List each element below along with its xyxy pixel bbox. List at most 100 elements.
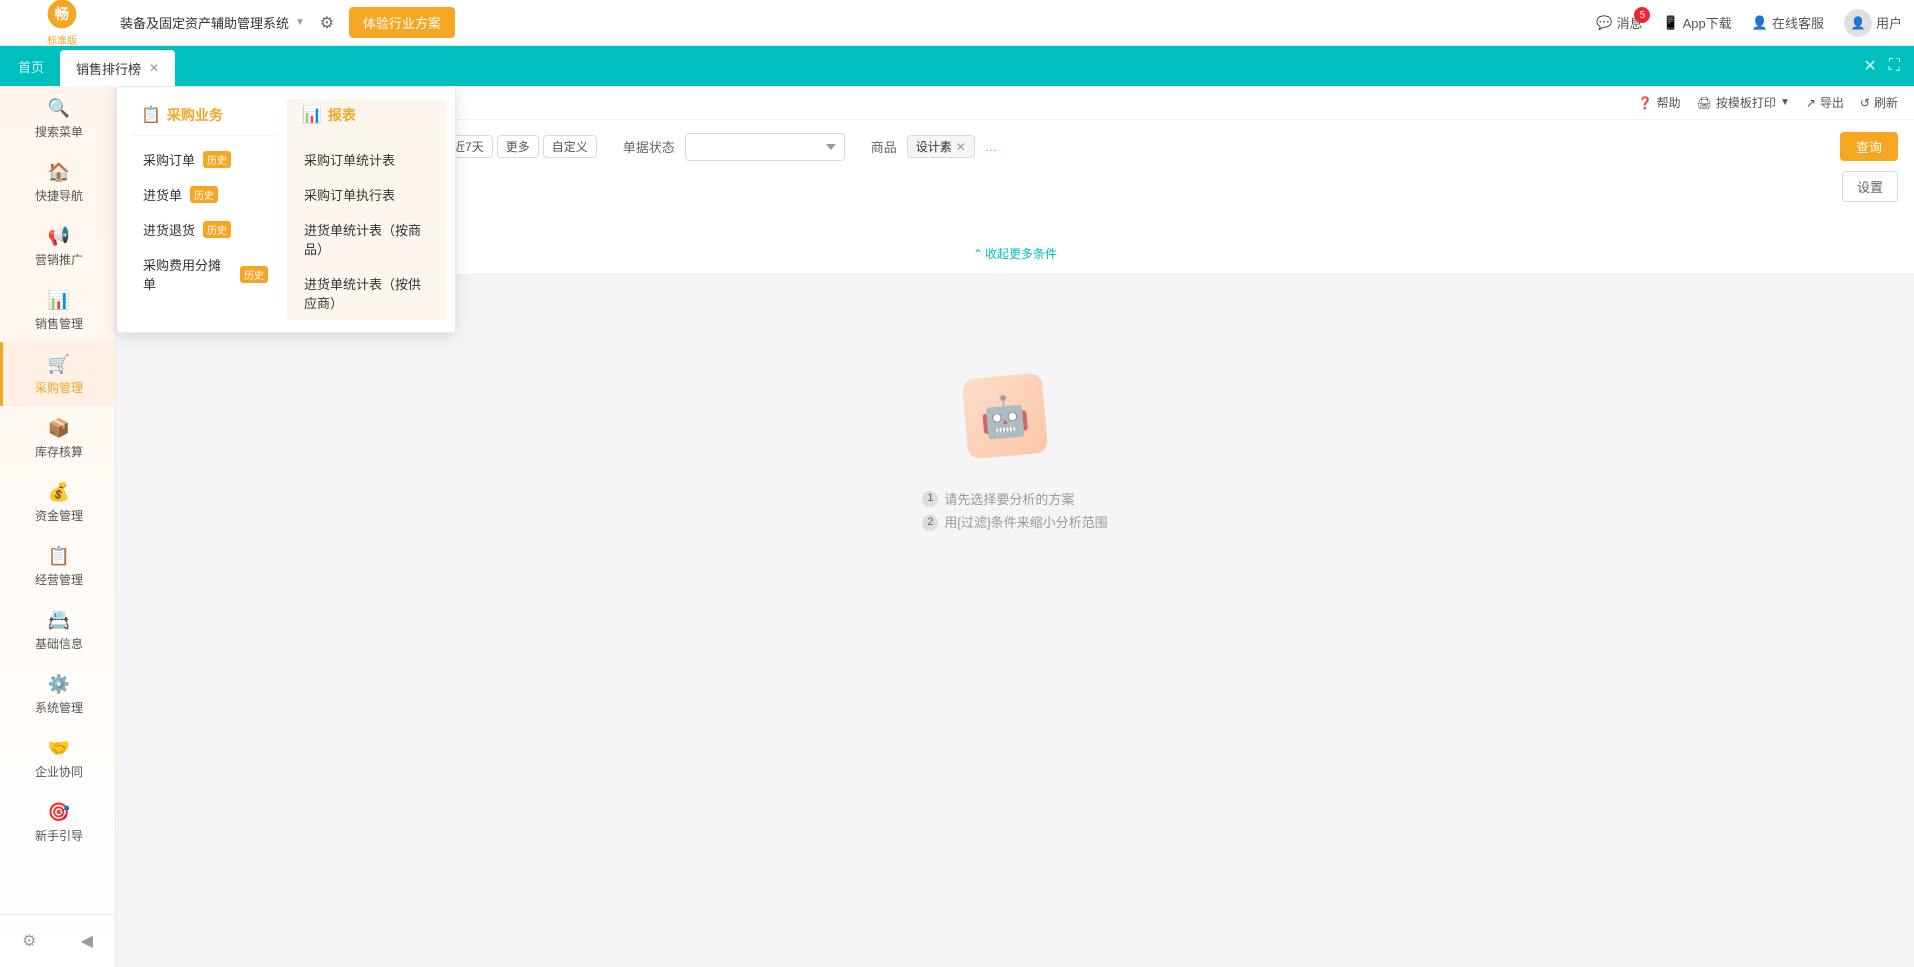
industry-button[interactable]: 体验行业方案 xyxy=(349,7,455,38)
sidebar-item-basicinfo[interactable]: 📇 基础信息 xyxy=(0,598,115,662)
print-button[interactable]: 🖨 按模板打印 ▼ xyxy=(1697,94,1790,111)
money-icon: 💰 xyxy=(48,482,70,503)
phone-icon: 📱 xyxy=(1662,15,1678,31)
tab-home[interactable]: 首页 xyxy=(2,46,60,86)
chart-icon: 📊 xyxy=(48,290,70,311)
help-button[interactable]: ❓ 帮助 xyxy=(1638,94,1681,111)
chevron-down-icon: ▼ xyxy=(295,17,305,28)
card-icon: 📇 xyxy=(48,610,70,631)
dropdown-item-po-exec[interactable]: 采购订单执行表 xyxy=(294,177,439,212)
user-menu[interactable]: 👤 用户 xyxy=(1844,9,1902,37)
logo-icon: 畅 xyxy=(46,0,78,30)
search-icon: 🔍 xyxy=(48,98,70,119)
guide-icon: 🎯 xyxy=(48,802,70,823)
dropdown-col-title-reports: 📊 报表 xyxy=(294,99,439,136)
sidebar-collapse-icon[interactable]: ◀ xyxy=(77,927,97,955)
dropdown-columns: 📋 采购业务 采购订单 历史 进货单 历史 进货退货 历史 采购费用分摊单 历史 xyxy=(117,99,455,320)
system-name: 装备及固定资产辅助管理系统 xyxy=(120,13,289,32)
hint-num-1: 1 xyxy=(922,491,938,507)
refresh-button[interactable]: ↺ 刷新 xyxy=(1860,94,1898,111)
collapse-up-icon: ⌃ xyxy=(973,247,983,261)
empty-illustration: 🤖 xyxy=(965,376,1065,476)
tab-close-icon[interactable]: ✕ xyxy=(1863,56,1876,76)
app-download-button[interactable]: 📱 App下载 xyxy=(1662,13,1731,32)
dropdown-item-returns[interactable]: 进货退货 历史 xyxy=(133,212,278,247)
dropdown-col-purchase: 📋 采购业务 采购订单 历史 进货单 历史 进货退货 历史 采购费用分摊单 历史 xyxy=(125,99,286,320)
dropdown-item-incoming-by-supplier[interactable]: 进货单统计表（按供应商） xyxy=(294,266,439,320)
hint-text-1: 请先选择要分析的方案 xyxy=(944,488,1074,511)
cart-icon: 🛒 xyxy=(48,354,70,375)
message-badge: 5 xyxy=(1634,7,1650,23)
tab-close-icon[interactable]: ✕ xyxy=(149,61,159,75)
tab-expand-icon[interactable]: ⛶ xyxy=(1889,57,1900,75)
megaphone-icon: 📢 xyxy=(48,226,70,247)
tab-bar-actions: ✕ ⛶ xyxy=(1863,46,1912,86)
collapse-button[interactable]: ⌃ 收起更多条件 xyxy=(973,245,1057,262)
empty-hints: 1 请先选择要分析的方案 2 用[过滤]条件来缩小分析范围 xyxy=(922,488,1107,535)
sidebar-item-inventory[interactable]: 📦 库存核算 xyxy=(0,406,115,470)
sidebar-item-search[interactable]: 🔍 搜索菜单 xyxy=(0,86,115,150)
refresh-icon: ↺ xyxy=(1860,96,1870,110)
message-icon: 💬 xyxy=(1596,15,1612,31)
svg-text:畅: 畅 xyxy=(55,5,69,23)
custom-btn[interactable]: 自定义 xyxy=(543,135,597,158)
more-goods-dots[interactable]: … xyxy=(985,140,997,154)
goods-label: 商品 xyxy=(871,137,897,156)
dropdown-menu: 📋 采购业务 采购订单 历史 进货单 历史 进货退货 历史 采购费用分摊单 历史 xyxy=(116,86,456,333)
sidebar-item-guide[interactable]: 🎯 新手引导 xyxy=(0,790,115,854)
sidebar-item-operations[interactable]: 📋 经营管理 xyxy=(0,534,115,598)
dropdown-item-incoming-by-goods[interactable]: 进货单统计表（按商品） xyxy=(294,212,439,266)
goods-tag-close[interactable]: ✕ xyxy=(956,140,966,154)
set-button[interactable]: 设置 xyxy=(1842,171,1898,202)
export-button[interactable]: ↗ 导出 xyxy=(1806,94,1844,111)
dropdown-item-po-stats[interactable]: 采购订单统计表 xyxy=(294,142,439,177)
dropdown-col-title-purchase: 📋 采购业务 xyxy=(133,99,278,136)
tab-bar: 首页 销售排行榜 ✕ ✕ ⛶ xyxy=(0,46,1914,86)
tab-sales-ranking[interactable]: 销售排行榜 ✕ xyxy=(60,50,175,86)
dropdown-item-expenses[interactable]: 采购费用分摊单 历史 xyxy=(133,247,278,301)
sidebar-item-purchase[interactable]: 🛒 采购管理 xyxy=(0,342,115,406)
sidebar-item-collab[interactable]: 🤝 企业协同 xyxy=(0,726,115,790)
logo-label: 标准版 xyxy=(47,32,77,47)
history-badge: 历史 xyxy=(190,186,218,203)
sidebar-bottom: ⚙ ◀ xyxy=(0,914,115,967)
query-button[interactable]: 查询 xyxy=(1840,132,1898,161)
system-selector[interactable]: 装备及固定资产辅助管理系统 ▼ xyxy=(112,13,313,32)
sidebar-item-finance[interactable]: 💰 资金管理 xyxy=(0,470,115,534)
purchase-col-icon: 📋 xyxy=(141,105,161,125)
headset-icon: 👤 xyxy=(1752,15,1768,31)
sidebar-settings-icon[interactable]: ⚙ xyxy=(18,927,40,955)
messages-button[interactable]: 💬 消息 5 xyxy=(1596,13,1642,32)
home-icon: 🏠 xyxy=(48,162,70,183)
help-icon: ❓ xyxy=(1638,96,1653,110)
print-icon: 🖨 xyxy=(1697,96,1712,110)
avatar: 👤 xyxy=(1844,9,1872,37)
dropdown-item-purchase-order[interactable]: 采购订单 历史 xyxy=(133,142,278,177)
hint-num-2: 2 xyxy=(922,515,938,531)
box-icon: 📦 xyxy=(48,418,70,439)
sidebar-item-quicknav[interactable]: 🏠 快捷导航 xyxy=(0,150,115,214)
doc-status-select[interactable] xyxy=(685,133,845,161)
history-badge: 历史 xyxy=(203,221,231,238)
sidebar-item-system[interactable]: ⚙️ 系统管理 xyxy=(0,662,115,726)
online-service-button[interactable]: 👤 在线客服 xyxy=(1752,13,1824,32)
header-right: 💬 消息 5 📱 App下载 👤 在线客服 👤 用户 xyxy=(1596,9,1902,37)
robot-icon: 🤖 xyxy=(962,372,1049,459)
sidebar-item-marketing[interactable]: 📢 营销推广 xyxy=(0,214,115,278)
hint-text-2: 用[过滤]条件来缩小分析范围 xyxy=(944,511,1107,534)
settings-icon: ⚙️ xyxy=(48,674,70,695)
gear-icon[interactable]: ⚙ xyxy=(313,9,341,37)
more-btn[interactable]: 更多 xyxy=(497,135,539,158)
sidebar-item-sales[interactable]: 📊 销售管理 xyxy=(0,278,115,342)
reports-col-icon: 📊 xyxy=(302,105,322,125)
clipboard-icon: 📋 xyxy=(48,546,70,567)
top-bar: 畅 标准版 装备及固定资产辅助管理系统 ▼ ⚙ 体验行业方案 💬 消息 5 📱 … xyxy=(0,0,1914,46)
dropdown-col-reports: 📊 报表 采购订单统计表 采购订单执行表 进货单统计表（按商品） 进货单统计表（… xyxy=(286,99,447,320)
handshake-icon: 🤝 xyxy=(48,738,70,759)
history-badge: 历史 xyxy=(203,151,231,168)
dropdown-item-incoming[interactable]: 进货单 历史 xyxy=(133,177,278,212)
history-badge: 历史 xyxy=(240,266,268,283)
export-icon: ↗ xyxy=(1806,96,1816,110)
goods-tag: 设计素 ✕ xyxy=(907,135,975,158)
sidebar: 🔍 搜索菜单 🏠 快捷导航 📢 营销推广 📊 销售管理 🛒 采购管理 📦 库存核… xyxy=(0,86,116,967)
